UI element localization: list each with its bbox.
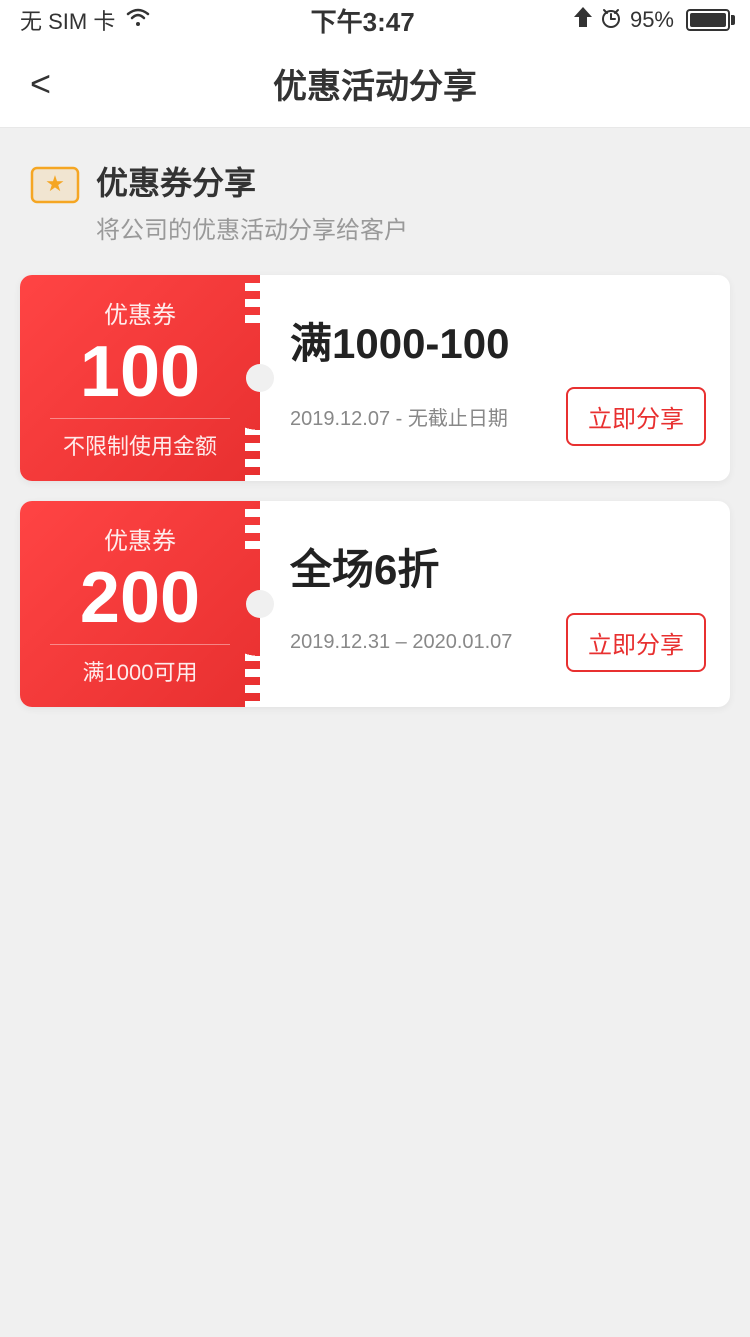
coupon-name-1: 满1000-100: [290, 310, 706, 371]
coupon-amount-2: 200: [80, 562, 200, 634]
coupon-condition-1: 不限制使用金额: [63, 429, 217, 461]
carrier-label: 无 SIM 卡: [20, 4, 115, 36]
time-display: 下午3:47: [311, 2, 415, 39]
coupon-date-2: 2019.12.31 – 2020.01.07: [290, 631, 556, 654]
nav-bar: < 优惠活动分享: [0, 40, 750, 128]
section-header: ★ 优惠券分享 将公司的优惠活动分享给客户: [0, 128, 750, 265]
share-button-2[interactable]: 立即分享: [566, 613, 706, 672]
coupon-left-2: 优惠券 200 满1000可用: [20, 501, 260, 707]
coupon-label-2: 优惠券: [104, 521, 176, 556]
coupon-date-1: 2019.12.07 - 无截止日期: [290, 402, 556, 431]
coupon-card-1: 优惠券 100 不限制使用金额 满1000-100 2019.12.07 - 无…: [20, 275, 730, 481]
back-button[interactable]: <: [30, 63, 51, 105]
coupon-right-2: 全场6折 2019.12.31 – 2020.01.07 立即分享: [260, 501, 730, 707]
coupon-footer-1: 2019.12.07 - 无截止日期 立即分享: [290, 387, 706, 446]
coupon-amount-1: 100: [80, 336, 200, 408]
coupon-label-1: 优惠券: [104, 295, 176, 330]
coupon-name-2: 全场6折: [290, 536, 706, 597]
location-icon: [574, 7, 592, 33]
page-content: ★ 优惠券分享 将公司的优惠活动分享给客户 优惠券 100 不限制使用金额 满1…: [0, 128, 750, 1337]
section-subtitle: 将公司的优惠活动分享给客户: [96, 210, 408, 245]
share-button-1[interactable]: 立即分享: [566, 387, 706, 446]
page-title: 优惠活动分享: [273, 59, 477, 108]
svg-text:★: ★: [45, 171, 65, 196]
status-right: 95%: [574, 6, 730, 34]
coupon-divider-line-2: [50, 644, 230, 645]
status-bar: 无 SIM 卡 下午3:47 95%: [0, 0, 750, 40]
wifi-icon: [125, 7, 151, 33]
section-text: 优惠券分享 将公司的优惠活动分享给客户: [96, 158, 408, 245]
status-left: 无 SIM 卡: [20, 4, 151, 36]
battery-icon: [686, 9, 730, 31]
empty-area: [0, 737, 750, 1337]
battery-percent: 95%: [630, 7, 674, 33]
coupon-condition-2: 满1000可用: [83, 655, 198, 687]
coupon-share-icon: ★: [30, 160, 80, 210]
coupon-right-1: 满1000-100 2019.12.07 - 无截止日期 立即分享: [260, 275, 730, 481]
coupon-card-2: 优惠券 200 满1000可用 全场6折 2019.12.31 – 2020.0…: [20, 501, 730, 707]
coupon-footer-2: 2019.12.31 – 2020.01.07 立即分享: [290, 613, 706, 672]
coupon-divider-line-1: [50, 418, 230, 419]
coupon-left-1: 优惠券 100 不限制使用金额: [20, 275, 260, 481]
coupon-list: 优惠券 100 不限制使用金额 满1000-100 2019.12.07 - 无…: [0, 265, 750, 737]
section-title: 优惠券分享: [96, 158, 408, 204]
alarm-icon: [600, 6, 622, 34]
